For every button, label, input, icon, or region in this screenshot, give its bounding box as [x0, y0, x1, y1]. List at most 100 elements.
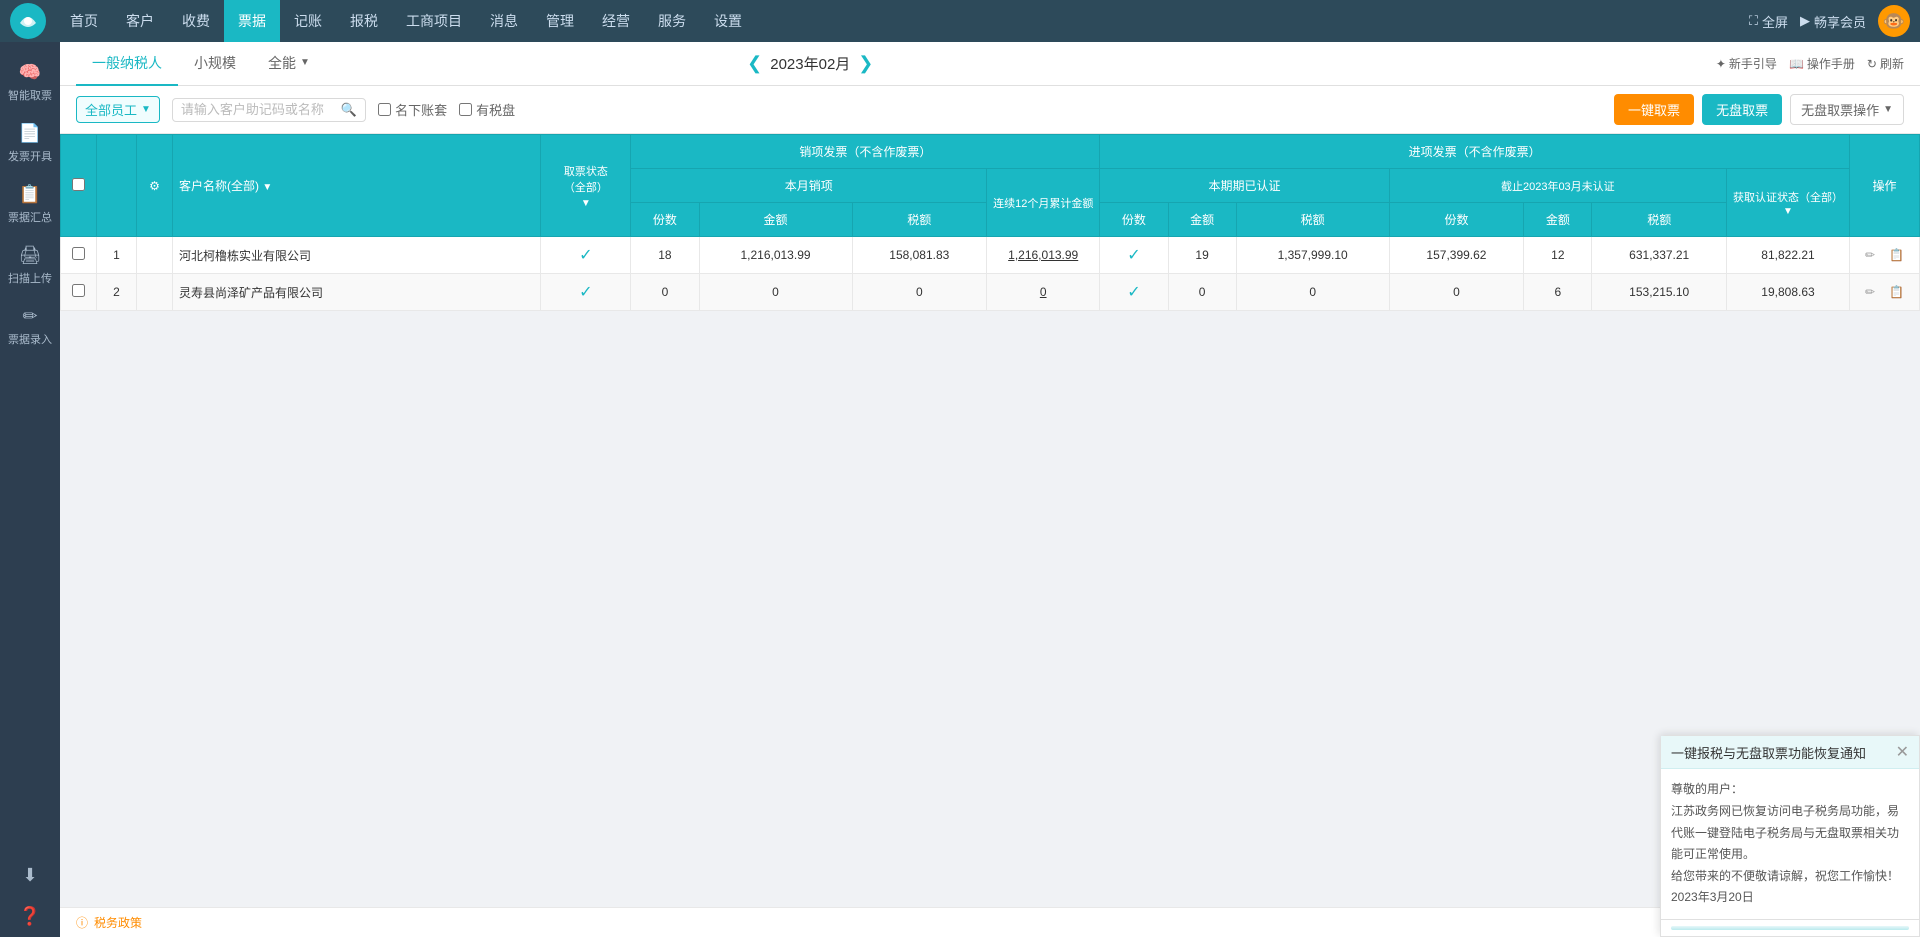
checkbox-has-disk[interactable]: 有税盘 [459, 100, 515, 119]
notif-line-3: 给您带来的不便敬请谅解，祝您工作愉快！ [1671, 866, 1909, 888]
row1-checkbox[interactable] [61, 237, 97, 274]
refresh-button[interactable]: ↻ 刷新 [1867, 55, 1904, 72]
sidebar-item-smart-fetch[interactable]: 🧠 智能取票 [0, 52, 60, 113]
nav-tax[interactable]: 报税 [336, 0, 392, 42]
status-text[interactable]: 税务政策 [94, 914, 142, 931]
member-button[interactable]: ▶ 畅享会员 [1800, 12, 1866, 31]
nav-service[interactable]: 服务 [644, 0, 700, 42]
row1-view-button[interactable]: 📋 [1889, 248, 1904, 262]
table-row: 1 河北柯橹栋实业有限公司 ✓ 18 1,216,013.99 158,081.… [61, 237, 1920, 274]
select-all-checkbox[interactable] [72, 178, 85, 191]
row2-purch-cert-tax: 0 [1389, 274, 1524, 311]
sidebar-item-download[interactable]: ⬇ [19, 855, 41, 896]
app-logo[interactable] [10, 3, 46, 39]
tab-general-taxpayer[interactable]: 一般纳税人 [76, 42, 178, 86]
all-icon: ▼ [300, 57, 310, 68]
sidebar-item-scan-upload[interactable]: 🖨 扫描上传 [0, 235, 60, 296]
sidebar-item-invoice-open[interactable]: 📄 发票开具 [0, 113, 60, 174]
new-guide-button[interactable]: ✦ 新手引导 [1716, 55, 1777, 72]
nav-bookkeeping[interactable]: 记账 [280, 0, 336, 42]
sidebar-item-invoice-summary[interactable]: 📋 票据汇总 [0, 174, 60, 235]
th-purch-cert-amount: 金额 [1168, 203, 1236, 237]
row2-12month-link[interactable]: 0 [1040, 285, 1047, 299]
table-wrap: ⚙ 客户名称(全部) ▼ 取票状态（全部）▼ 销项发票（不含作废票） 进项发票（… [60, 134, 1920, 937]
row2-view-button[interactable]: 📋 [1889, 285, 1904, 299]
status-bar: ⓘ 税务政策 [60, 907, 1660, 937]
fetch-status-filter-icon[interactable]: ▼ [581, 198, 591, 209]
row1-edit-button[interactable]: ✏ [1865, 248, 1875, 262]
row1-purch-uncert-count: 12 [1524, 237, 1592, 274]
nav-fee[interactable]: 收费 [168, 0, 224, 42]
cert-status-filter-icon[interactable]: ▼ [1783, 206, 1793, 217]
row1-12month-link[interactable]: 1,216,013.99 [1008, 248, 1078, 262]
sidebar-item-invoice-entry[interactable]: ✏ 票据录入 [0, 296, 60, 357]
notification-header: 一键报税与无盘取票功能恢复通知 ✕ [1661, 736, 1919, 769]
notification-close-button[interactable]: ✕ [1896, 742, 1909, 762]
row1-no: 1 [97, 237, 137, 274]
row2-actions: ✏ 📋 [1850, 274, 1920, 311]
tab-all[interactable]: 全能 ▼ [252, 42, 326, 86]
th-purch-uncert-amount: 金额 [1524, 203, 1592, 237]
nav-message[interactable]: 消息 [476, 0, 532, 42]
nav-manage[interactable]: 管理 [532, 0, 588, 42]
row1-purch-cert-tax: 157,399.62 [1389, 237, 1524, 274]
row2-no: 2 [97, 274, 137, 311]
nav-customer[interactable]: 客户 [112, 0, 168, 42]
invoice-entry-icon: ✏ [22, 306, 37, 327]
tab-small-scale[interactable]: 小规模 [178, 42, 252, 86]
nav-home[interactable]: 首页 [56, 0, 112, 42]
th-cert-status[interactable]: 获取认证状态（全部） ▼ [1727, 169, 1850, 237]
row1-sales-tax: 158,081.83 [852, 237, 987, 274]
row2-sales-amount: 0 [699, 274, 852, 311]
th-customer[interactable]: 客户名称(全部) ▼ [173, 135, 541, 237]
settings-icon[interactable]: ⚙ [149, 179, 160, 193]
customer-filter-icon[interactable]: ▼ [262, 182, 272, 193]
sidebar-item-help[interactable]: ❓ [19, 896, 41, 937]
th-purch-uncert-count: 份数 [1389, 203, 1524, 237]
row2-12month[interactable]: 0 [987, 274, 1100, 311]
main-content: 一般纳税人 小规模 全能 ▼ ❮ 2023年02月 ❯ ✦ 新手引导 📖 操作手… [60, 42, 1920, 937]
row1-purch-uncert-amount: 631,337.21 [1592, 237, 1727, 274]
status-icon: ⓘ [76, 914, 88, 931]
no-disk-fetch-button[interactable]: 无盘取票 [1702, 94, 1782, 125]
nav-invoice[interactable]: 票据 [224, 0, 280, 42]
th-checkbox [61, 135, 97, 237]
row1-cert-status: ✓ [1100, 237, 1168, 274]
employee-select[interactable]: 全部员工 ▼ [76, 96, 160, 123]
row1-purch-uncert-tax: 81,822.21 [1727, 237, 1850, 274]
period-next[interactable]: ❯ [858, 53, 873, 74]
th-no [97, 135, 137, 237]
notif-line-4: 2023年3月20日 [1671, 887, 1909, 909]
manual-button[interactable]: 📖 操作手册 [1789, 55, 1855, 72]
row2-edit-button[interactable]: ✏ [1865, 285, 1875, 299]
period-prev[interactable]: ❮ [747, 53, 762, 74]
fetch-status-icon-1: ✓ [579, 247, 592, 264]
nav-settings[interactable]: 设置 [700, 0, 756, 42]
one-click-fetch-button[interactable]: 一键取票 [1614, 94, 1694, 125]
checkbox-own-accounts[interactable]: 名下账套 [378, 100, 447, 119]
fullscreen-button[interactable]: ⛶ 全屏 [1749, 12, 1788, 31]
notification-scroll[interactable] [1671, 926, 1909, 930]
user-avatar[interactable]: 🐵 [1878, 5, 1910, 37]
row2-checkbox[interactable] [61, 274, 97, 311]
row2-cert-status: ✓ [1100, 274, 1168, 311]
search-icon[interactable]: 🔍 [341, 102, 357, 118]
filter-bar: 全部员工 ▼ 🔍 名下账套 有税盘 一键取票 无盘取票 无盘取票操作 ▼ [60, 86, 1920, 134]
main-table: ⚙ 客户名称(全部) ▼ 取票状态（全部）▼ 销项发票（不含作废票） 进项发票（… [60, 134, 1920, 311]
th-sales-count: 份数 [631, 203, 699, 237]
download-icon: ⬇ [22, 865, 37, 886]
th-purchase-group: 进项发票（不含作废票） [1100, 135, 1850, 169]
row2-action-buttons: ✏ 📋 [1856, 285, 1913, 299]
row1-customer: 河北柯橹栋实业有限公司 [173, 237, 541, 274]
nav-business[interactable]: 工商项目 [392, 0, 476, 42]
search-input[interactable] [181, 102, 341, 117]
th-month-sales: 本月销项 [631, 169, 987, 203]
notif-line-1: 尊敬的用户： [1671, 779, 1909, 801]
row1-12month[interactable]: 1,216,013.99 [987, 237, 1100, 274]
scan-upload-icon: 🖨 [19, 245, 42, 266]
help-icon: ❓ [19, 906, 41, 927]
th-fetch-status[interactable]: 取票状态（全部）▼ [541, 135, 631, 237]
no-disk-ops-button[interactable]: 无盘取票操作 ▼ [1790, 94, 1904, 125]
nav-operation[interactable]: 经营 [588, 0, 644, 42]
row2-fetch-status: ✓ [541, 274, 631, 311]
